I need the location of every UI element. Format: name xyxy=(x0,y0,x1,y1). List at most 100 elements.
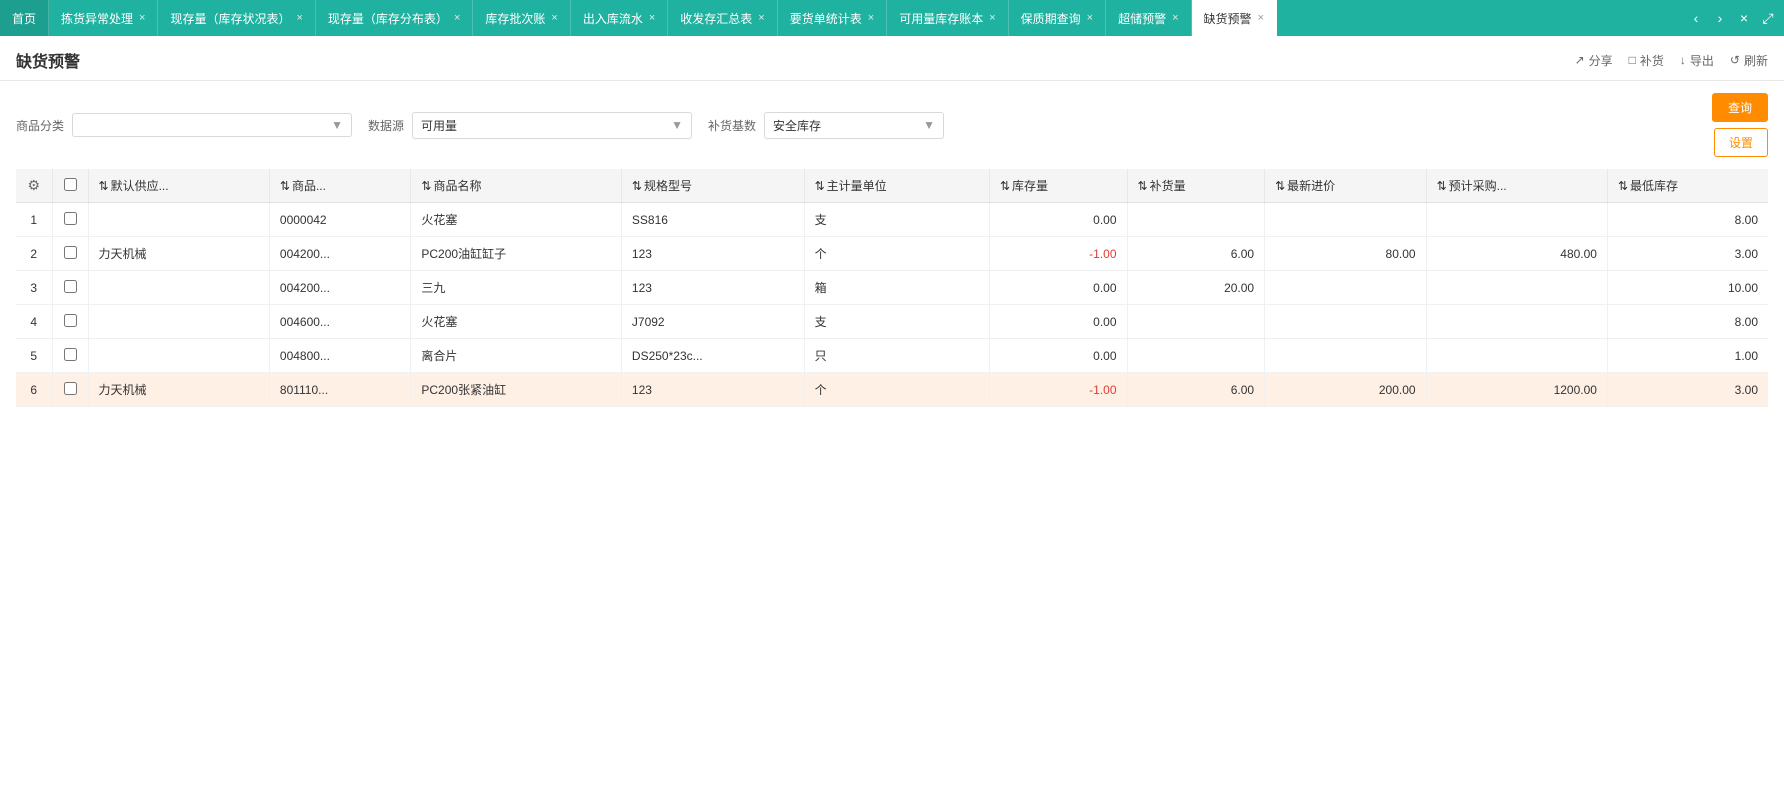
row-goods-code-2: 004200... xyxy=(269,237,411,271)
row-checkbox-2[interactable] xyxy=(52,237,88,271)
sort-icon: ⇅ xyxy=(815,179,825,193)
row-check-5[interactable] xyxy=(64,348,77,361)
row-stock-5: 0.00 xyxy=(989,339,1127,373)
tab-shortage[interactable]: 缺货预警 × xyxy=(1192,0,1277,36)
th-unit[interactable]: ⇅ 主计量单位 xyxy=(804,169,989,203)
row-stock-3: 0.00 xyxy=(989,271,1127,305)
query-button[interactable]: 查询 xyxy=(1712,93,1768,122)
row-spec-4: J7092 xyxy=(621,305,804,339)
row-est-purchase-2: 480.00 xyxy=(1426,237,1607,271)
sort-icon: ⇅ xyxy=(1437,179,1447,193)
row-goods-name-6: PC200张紧油缸 xyxy=(411,373,622,407)
close-tab-shortage[interactable]: × xyxy=(1258,12,1264,24)
th-est-purchase[interactable]: ⇅ 预计采购... xyxy=(1426,169,1607,203)
th-goods-code[interactable]: ⇅ 商品... xyxy=(269,169,411,203)
replenish-base-value: 安全库存 xyxy=(773,117,923,134)
th-min-stock[interactable]: ⇅ 最低库存 xyxy=(1607,169,1768,203)
close-tab-req-stat[interactable]: × xyxy=(868,12,874,24)
row-goods-name-2: PC200油缸缸子 xyxy=(411,237,622,271)
row-check-1[interactable] xyxy=(64,212,77,225)
row-checkbox-1[interactable] xyxy=(52,203,88,237)
row-num-3: 3 xyxy=(16,271,52,305)
row-goods-name-1: 火花塞 xyxy=(411,203,622,237)
gear-icon[interactable]: ⚙ xyxy=(27,177,40,193)
row-check-6[interactable] xyxy=(64,382,77,395)
row-goods-code-4: 004600... xyxy=(269,305,411,339)
row-check-3[interactable] xyxy=(64,280,77,293)
share-action[interactable]: ↗ 分享 xyxy=(1575,52,1613,69)
tab-home[interactable]: 首页 xyxy=(0,0,49,36)
refresh-action[interactable]: ↺ 刷新 xyxy=(1730,52,1768,69)
row-check-2[interactable] xyxy=(64,246,77,259)
row-checkbox-6[interactable] xyxy=(52,373,88,407)
datasource-value: 可用量 xyxy=(421,117,671,134)
close-tab-available[interactable]: × xyxy=(989,12,995,24)
row-goods-code-1: 0000042 xyxy=(269,203,411,237)
close-tab-inventory-dist[interactable]: × xyxy=(454,12,460,24)
row-spec-3: 123 xyxy=(621,271,804,305)
tab-fullscreen-btn[interactable]: ⤢ xyxy=(1756,6,1780,30)
datasource-select[interactable]: 可用量 ▼ xyxy=(412,112,692,139)
close-tab-expiry[interactable]: × xyxy=(1087,12,1093,24)
tab-req-stat[interactable]: 要货单统计表 × xyxy=(778,0,887,36)
row-checkbox-5[interactable] xyxy=(52,339,88,373)
close-tab-exception[interactable]: × xyxy=(139,12,145,24)
export-action[interactable]: ↓ 导出 xyxy=(1680,52,1714,69)
tab-available[interactable]: 可用量库存账本 × xyxy=(887,0,1008,36)
datasource-filter-group: 数据源 可用量 ▼ xyxy=(368,112,692,139)
tab-batch[interactable]: 库存批次账 × xyxy=(473,0,570,36)
replenish-base-arrow-icon: ▼ xyxy=(923,118,935,132)
tab-close-btn[interactable]: × xyxy=(1732,6,1756,30)
row-goods-name-3: 三九 xyxy=(411,271,622,305)
row-replenish-5 xyxy=(1127,339,1265,373)
action-buttons: 查询 设置 xyxy=(1712,93,1768,157)
tab-inout-flow[interactable]: 出入库流水 × xyxy=(571,0,668,36)
category-select[interactable]: ▼ xyxy=(72,113,352,137)
row-goods-name-4: 火花塞 xyxy=(411,305,622,339)
tab-receive-summary[interactable]: 收发存汇总表 × xyxy=(668,0,777,36)
settings-button[interactable]: 设置 xyxy=(1714,128,1768,157)
row-num-4: 4 xyxy=(16,305,52,339)
row-min-stock-5: 1.00 xyxy=(1607,339,1768,373)
tab-inventory-dist[interactable]: 现存量（库存分布表） × xyxy=(316,0,473,36)
filter-bar: 商品分类 ▼ 数据源 可用量 ▼ 补货基数 安全库存 ▼ 查询 设置 xyxy=(0,81,1784,169)
table-row: 6 力天机械 801110... PC200张紧油缸 123 个 -1.00 6… xyxy=(16,373,1768,407)
close-tab-batch[interactable]: × xyxy=(551,12,557,24)
th-checkbox[interactable] xyxy=(52,169,88,203)
table-row: 4 004600... 火花塞 J7092 支 0.00 8.00 xyxy=(16,305,1768,339)
category-label: 商品分类 xyxy=(16,117,64,134)
row-est-purchase-5 xyxy=(1426,339,1607,373)
close-tab-receive-summary[interactable]: × xyxy=(758,12,764,24)
th-gear[interactable]: ⚙ xyxy=(16,169,52,203)
page-container: 缺货预警 ↗ 分享 □ 补货 ↓ 导出 ↺ 刷新 商品分类 xyxy=(0,36,1784,796)
header-actions: ↗ 分享 □ 补货 ↓ 导出 ↺ 刷新 xyxy=(1575,52,1768,69)
row-unit-1: 支 xyxy=(804,203,989,237)
tab-prev-btn[interactable]: ‹ xyxy=(1684,6,1708,30)
replenish-action[interactable]: □ 补货 xyxy=(1629,52,1664,69)
row-check-4[interactable] xyxy=(64,314,77,327)
row-checkbox-3[interactable] xyxy=(52,271,88,305)
row-checkbox-4[interactable] xyxy=(52,305,88,339)
th-supplier[interactable]: ⇅ 默认供应... xyxy=(88,169,269,203)
tab-next-btn[interactable]: › xyxy=(1708,6,1732,30)
row-goods-name-5: 离合片 xyxy=(411,339,622,373)
th-replenish[interactable]: ⇅ 补货量 xyxy=(1127,169,1265,203)
sort-icon: ⇅ xyxy=(99,179,109,193)
th-goods-name[interactable]: ⇅ 商品名称 xyxy=(411,169,622,203)
row-stock-6: -1.00 xyxy=(989,373,1127,407)
select-all-checkbox[interactable] xyxy=(64,178,77,191)
th-spec[interactable]: ⇅ 规格型号 xyxy=(621,169,804,203)
close-tab-inout-flow[interactable]: × xyxy=(649,12,655,24)
row-supplier-6: 力天机械 xyxy=(88,373,269,407)
tab-inventory-status[interactable]: 现存量（库存状况表） × xyxy=(158,0,315,36)
tab-overstock[interactable]: 超储预警 × xyxy=(1106,0,1191,36)
tab-expiry[interactable]: 保质期查询 × xyxy=(1009,0,1106,36)
row-est-purchase-4 xyxy=(1426,305,1607,339)
row-replenish-6: 6.00 xyxy=(1127,373,1265,407)
close-tab-inventory-status[interactable]: × xyxy=(296,12,302,24)
close-tab-overstock[interactable]: × xyxy=(1172,12,1178,24)
th-stock[interactable]: ⇅ 库存量 xyxy=(989,169,1127,203)
th-latest-price[interactable]: ⇅ 最新进价 xyxy=(1265,169,1426,203)
tab-exception[interactable]: 拣货异常处理 × xyxy=(49,0,158,36)
replenish-base-select[interactable]: 安全库存 ▼ xyxy=(764,112,944,139)
